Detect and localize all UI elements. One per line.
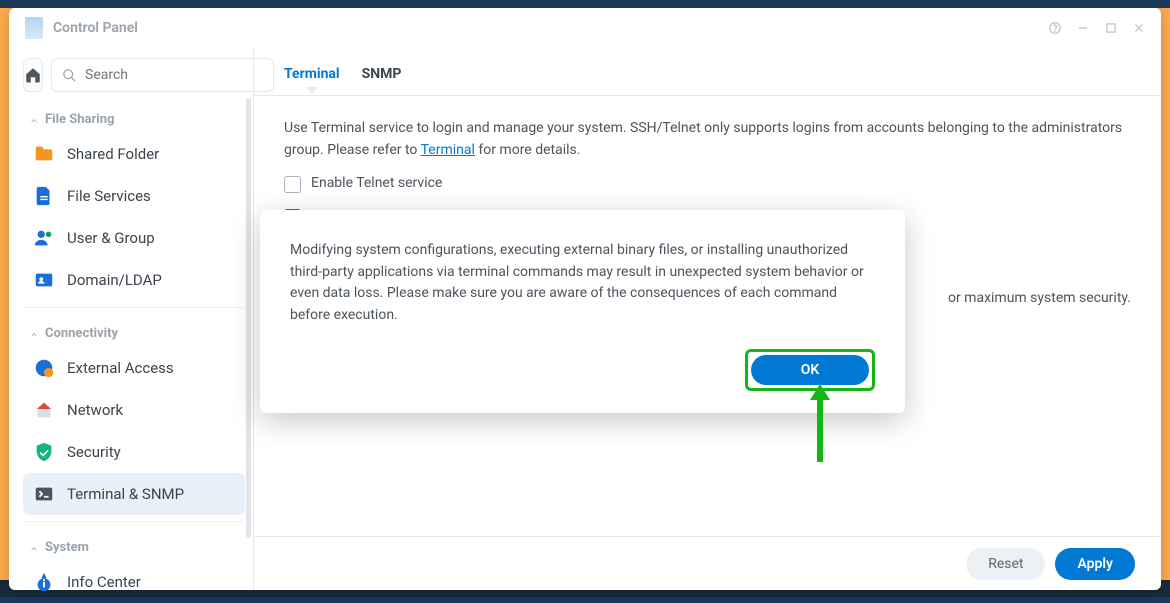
sidebar-item-label: External Access [67,359,174,377]
sidebar-item-shared-folder[interactable]: Shared Folder [23,133,245,175]
security-hint-fragment: or maximum system security. [948,288,1131,310]
window-title: Control Panel [53,20,138,36]
maximize-icon[interactable] [1097,14,1125,42]
reset-button[interactable]: Reset [966,548,1045,580]
file-icon [33,185,55,207]
globe-link-icon [33,357,55,379]
titlebar: Control Panel [9,8,1161,48]
divider [23,521,245,522]
sidebar-item-label: Terminal & SNMP [67,485,184,503]
minimize-icon[interactable] [1069,14,1097,42]
sidebar-item-external-access[interactable]: External Access [23,347,245,389]
divider [23,307,245,308]
section-file-sharing[interactable]: File Sharing [23,100,245,133]
dialog-message: Modifying system configurations, executi… [290,240,875,327]
section-label: File Sharing [45,112,114,127]
footer: Reset Apply [254,536,1161,590]
sidebar-item-label: Shared Folder [67,145,159,163]
button-label: Reset [988,556,1023,572]
close-icon[interactable] [1125,14,1153,42]
chevron-up-icon [29,543,39,553]
network-icon [33,399,55,421]
section-connectivity[interactable]: Connectivity [23,314,245,347]
checkbox-label: Enable Telnet service [311,173,442,195]
sidebar-item-file-services[interactable]: File Services [23,175,245,217]
section-system[interactable]: System [23,528,245,561]
tabs: Terminal SNMP [254,48,1161,96]
ok-button[interactable]: OK [751,355,869,385]
button-label: Apply [1077,556,1113,572]
home-button[interactable] [23,58,43,92]
sidebar: File Sharing Shared Folder File Services… [9,48,254,590]
search-input-wrap[interactable] [51,58,274,92]
sidebar-item-security[interactable]: Security [23,431,245,473]
help-icon[interactable] [1041,14,1069,42]
sidebar-item-label: Domain/LDAP [67,271,162,289]
sidebar-item-domain-ldap[interactable]: Domain/LDAP [23,259,245,301]
id-card-icon [33,269,55,291]
chevron-up-icon [29,329,39,339]
control-panel-icon [25,17,43,39]
tab-snmp[interactable]: SNMP [362,66,402,95]
sidebar-item-label: File Services [67,187,151,205]
enable-telnet-row[interactable]: Enable Telnet service [284,173,1131,195]
section-label: Connectivity [45,326,118,341]
tab-label: SNMP [362,66,402,82]
users-icon [33,227,55,249]
apply-button[interactable]: Apply [1055,548,1135,580]
sidebar-item-terminal-snmp[interactable]: Terminal & SNMP [23,473,245,515]
tab-label: Terminal [284,66,340,82]
section-label: System [45,540,89,555]
annotation-arrow-icon [808,382,832,462]
sidebar-item-user-group[interactable]: User & Group [23,217,245,259]
terminal-help-link[interactable]: Terminal [421,142,475,158]
search-icon [62,68,77,83]
folder-icon [33,143,55,165]
sidebar-scrollbar[interactable] [246,98,251,538]
tab-terminal[interactable]: Terminal [284,66,340,95]
sidebar-item-label: User & Group [67,229,155,247]
sidebar-item-label: Info Center [67,573,141,591]
checkbox-unchecked-icon[interactable] [284,176,301,193]
info-icon [33,571,55,593]
button-label: OK [801,362,820,378]
sidebar-item-network[interactable]: Network [23,389,245,431]
terminal-icon [33,483,55,505]
sidebar-item-label: Security [67,443,121,461]
search-input[interactable] [85,67,263,83]
intro-text: Use Terminal service to login and manage… [284,118,1131,161]
sidebar-item-label: Network [67,401,123,419]
chevron-up-icon [29,115,39,125]
shield-icon [33,441,55,463]
